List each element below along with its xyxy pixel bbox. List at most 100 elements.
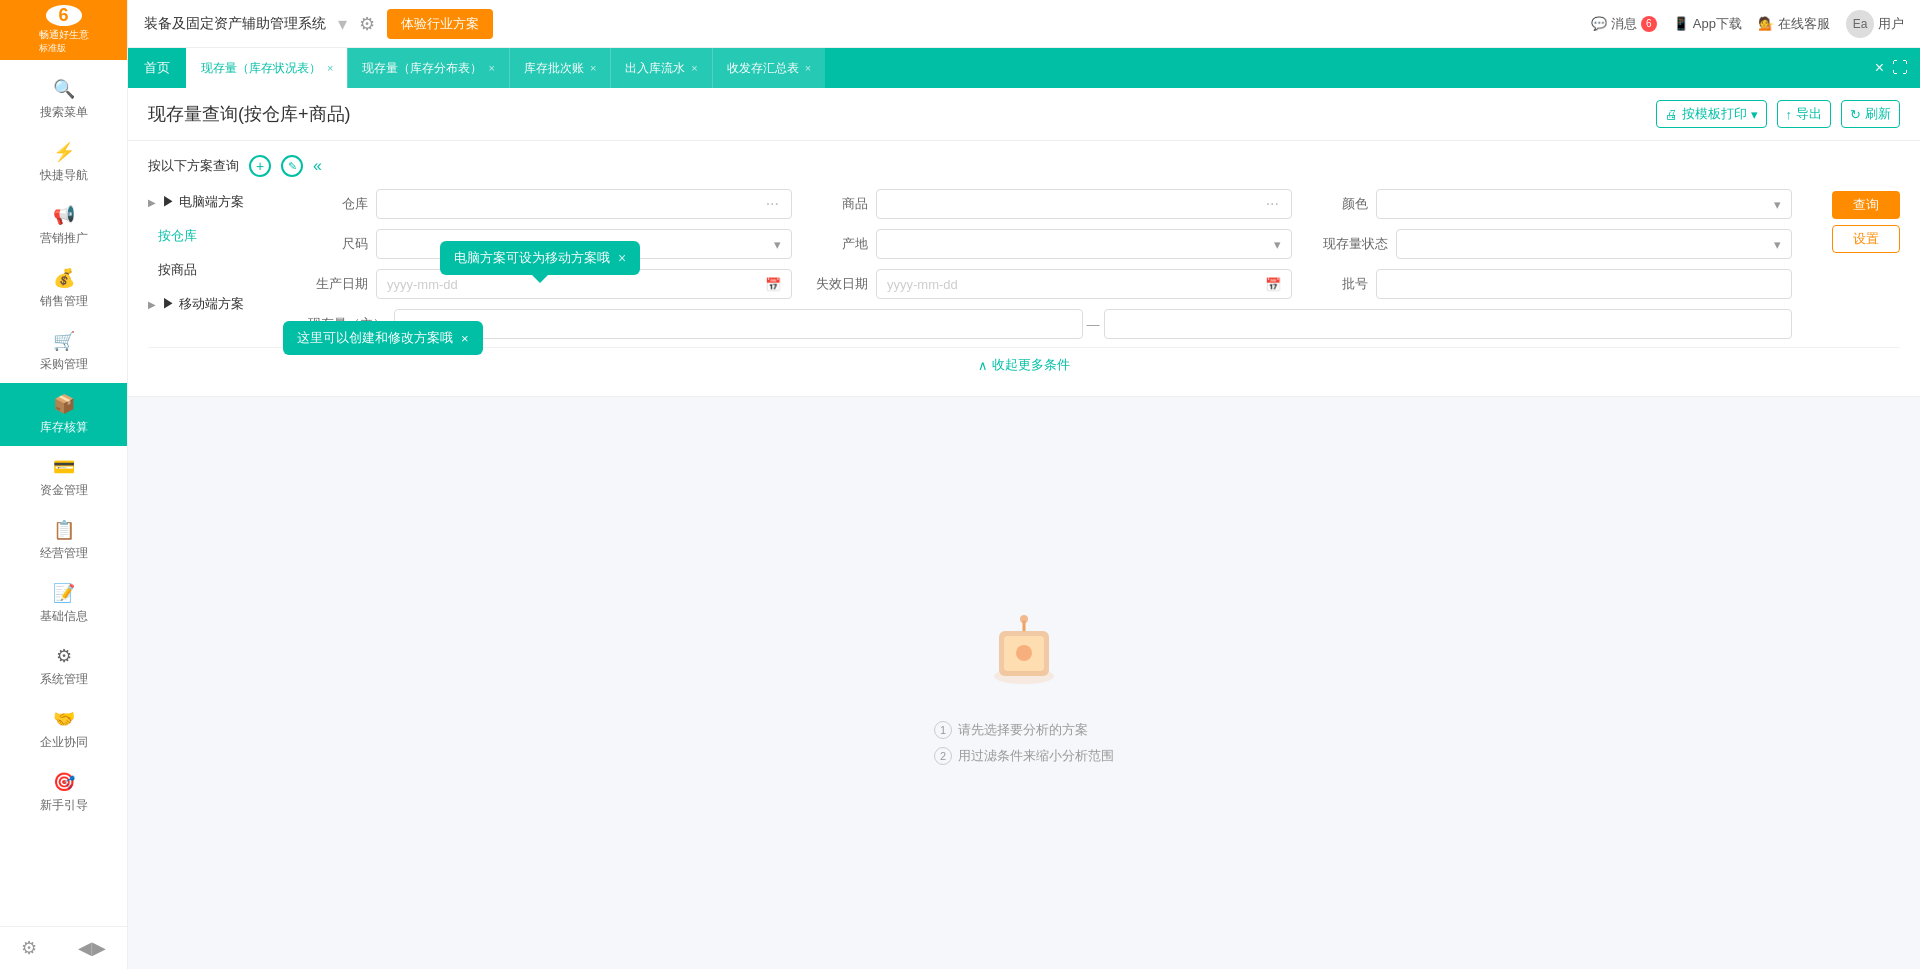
industry-btn[interactable]: 体验行业方案 — [387, 9, 493, 39]
export-icon: ↑ — [1786, 107, 1793, 122]
desktop-sub2-label: 按商品 — [158, 261, 197, 279]
sidebar-item-guide[interactable]: 🎯 新手引导 — [0, 761, 127, 824]
tooltip-close-btn[interactable]: × — [618, 250, 626, 266]
sidebar-item-inventory[interactable]: 📦 库存核算 — [0, 383, 127, 446]
origin-dropdown-icon: ▾ — [1274, 237, 1281, 252]
export-label: 导出 — [1796, 105, 1822, 123]
settings-btn[interactable]: 设置 — [1832, 225, 1900, 253]
finance-icon: 💳 — [53, 456, 75, 478]
refresh-btn[interactable]: ↻ 刷新 — [1841, 100, 1900, 128]
export-btn[interactable]: ↑ 导出 — [1777, 100, 1832, 128]
goods-dots-icon[interactable]: ··· — [1262, 195, 1283, 213]
stock-status-select[interactable]: ▾ — [1396, 229, 1792, 259]
print-dropdown-icon: ▾ — [1751, 107, 1758, 122]
empty-svg — [974, 601, 1074, 701]
edit-scheme-btn[interactable]: ✎ — [281, 155, 303, 177]
batch-input[interactable] — [1376, 269, 1792, 299]
tab-close-icon[interactable]: × — [805, 62, 811, 74]
exp-date-label: 失效日期 — [808, 275, 868, 293]
dropdown-icon[interactable]: ▾ — [338, 13, 347, 35]
online-service-item[interactable]: 💁 在线客服 — [1758, 15, 1830, 33]
mobile-scheme-label: ▶ 移动端方案 — [162, 295, 244, 313]
sidebar-item-purchase[interactable]: 🛒 采购管理 — [0, 320, 127, 383]
tab-bar: 首页 现存量（库存状况表） × 现存量（库存分布表） × 库存批次账 × 出入库… — [128, 48, 1920, 88]
sidebar-item-nav[interactable]: ⚡ 快捷导航 — [0, 131, 127, 194]
tab-batch[interactable]: 库存批次账 × — [509, 48, 610, 88]
origin-label: 产地 — [808, 235, 868, 253]
avatar: Ea — [1846, 10, 1874, 38]
add-scheme-btn[interactable]: + — [249, 155, 271, 177]
refresh-label: 刷新 — [1865, 105, 1891, 123]
page-title: 现存量查询(按仓库+商品) — [148, 102, 351, 126]
collapse-sidebar-icon[interactable]: ◀▶ — [78, 937, 106, 959]
stock-qty-max[interactable] — [1104, 309, 1793, 339]
system-icon: ⚙ — [56, 645, 72, 667]
prev-scheme-icon[interactable]: « — [313, 157, 322, 175]
tab-close-icon[interactable]: × — [488, 62, 494, 74]
tab-close-icon[interactable]: × — [590, 62, 596, 74]
size-label: 尺码 — [308, 235, 368, 253]
sidebar-nav: 🔍 搜索菜单 ⚡ 快捷导航 📢 营销推广 💰 销售管理 🛒 采购管理 📦 库存核… — [0, 60, 127, 926]
service-icon: 💁 — [1758, 16, 1774, 31]
color-select[interactable]: ▾ — [1376, 189, 1792, 219]
tab-home[interactable]: 首页 — [128, 48, 186, 88]
lightning-icon: ⚡ — [53, 141, 75, 163]
sidebar-item-management[interactable]: 📋 经营管理 — [0, 509, 127, 572]
tab-summary[interactable]: 收发存汇总表 × — [712, 48, 825, 88]
warehouse-dots-icon[interactable]: ··· — [762, 195, 783, 213]
tab-inventory-dist[interactable]: 现存量（库存分布表） × — [347, 48, 508, 88]
sidebar-item-basic[interactable]: 📝 基础信息 — [0, 572, 127, 635]
top-header: 装备及固定资产辅助管理系统 ▾ ⚙ 体验行业方案 💬 消息 6 📱 App下载 … — [128, 0, 1920, 48]
origin-select[interactable]: ▾ — [876, 229, 1292, 259]
settings-icon[interactable]: ⚙ — [359, 13, 375, 35]
scheme-desktop-sub2[interactable]: 按商品 — [148, 257, 288, 283]
sidebar-item-label: 企业协同 — [40, 734, 88, 751]
empty-state: 1 请先选择要分析的方案 2 用过滤条件来缩小分析范围 — [128, 397, 1920, 969]
stock-qty-min[interactable] — [394, 309, 1083, 339]
sidebar-item-marketing[interactable]: 📢 营销推广 — [0, 194, 127, 257]
goods-input[interactable] — [885, 190, 1262, 218]
tooltip-desktop-scheme: 电脑方案可设为移动方案哦 × — [440, 241, 640, 275]
message-badge: 6 — [1641, 16, 1657, 32]
app-download-item[interactable]: 📱 App下载 — [1673, 15, 1742, 33]
form-row-4: 现存量（主） — — [308, 309, 1792, 339]
tab-inout-flow[interactable]: 出入库流水 × — [610, 48, 711, 88]
color-dropdown-icon: ▾ — [1774, 197, 1781, 212]
query-header-text: 按以下方案查询 — [148, 157, 239, 175]
sidebar-item-system[interactable]: ⚙ 系统管理 — [0, 635, 127, 698]
print-btn[interactable]: 🖨 按模板打印 ▾ — [1656, 100, 1767, 128]
scheme-desktop-sub[interactable]: 按仓库 — [148, 223, 288, 249]
exp-date-input[interactable]: yyyy-mm-dd 📅 — [876, 269, 1292, 299]
sidebar: 6 畅通好生意 标准版 🔍 搜索菜单 ⚡ 快捷导航 📢 营销推广 💰 销售管理 … — [0, 0, 128, 969]
hint-num-1: 1 — [934, 721, 952, 739]
tab-close-icon[interactable]: × — [691, 62, 697, 74]
query-section: 电脑方案可设为移动方案哦 × 这里可以创建和修改方案哦 × 按以下方案查询 + … — [128, 141, 1920, 397]
user-item[interactable]: Ea 用户 — [1846, 10, 1904, 38]
scheme-desktop[interactable]: ▶ ▶ 电脑端方案 — [148, 189, 288, 215]
tab-close-icon[interactable]: × — [327, 62, 333, 74]
print-icon: 🖨 — [1665, 107, 1678, 122]
message-item[interactable]: 💬 消息 6 — [1591, 15, 1657, 33]
svg-point-3 — [1016, 645, 1032, 661]
sidebar-item-sales[interactable]: 💰 销售管理 — [0, 257, 127, 320]
calendar2-icon[interactable]: 📅 — [1265, 277, 1281, 292]
page-content: 现存量查询(按仓库+商品) 🖨 按模板打印 ▾ ↑ 导出 ↻ 刷新 — [128, 88, 1920, 969]
hint-text-1: 请先选择要分析的方案 — [958, 721, 1088, 739]
sidebar-item-search[interactable]: 🔍 搜索菜单 — [0, 68, 127, 131]
tooltip2-close-btn[interactable]: × — [461, 331, 469, 346]
tab-bar-right: × ⛶ — [1875, 59, 1920, 77]
calendar-icon[interactable]: 📅 — [765, 277, 781, 292]
hint-text-2: 用过滤条件来缩小分析范围 — [958, 747, 1114, 765]
color-label: 颜色 — [1308, 195, 1368, 213]
warehouse-input[interactable] — [385, 190, 762, 218]
logo-icon: 6 — [46, 5, 82, 26]
expand-icon[interactable]: ⛶ — [1892, 59, 1908, 77]
close-all-icon[interactable]: × — [1875, 59, 1884, 77]
tab-inventory-status[interactable]: 现存量（库存状况表） × — [186, 48, 347, 88]
sidebar-item-label: 搜索菜单 — [40, 104, 88, 121]
sidebar-item-finance[interactable]: 💳 资金管理 — [0, 446, 127, 509]
settings-bottom-icon[interactable]: ⚙ — [21, 937, 37, 959]
search-btn[interactable]: 查询 — [1832, 191, 1900, 219]
sidebar-item-enterprise[interactable]: 🤝 企业协同 — [0, 698, 127, 761]
scheme-mobile[interactable]: ▶ ▶ 移动端方案 — [148, 291, 288, 317]
